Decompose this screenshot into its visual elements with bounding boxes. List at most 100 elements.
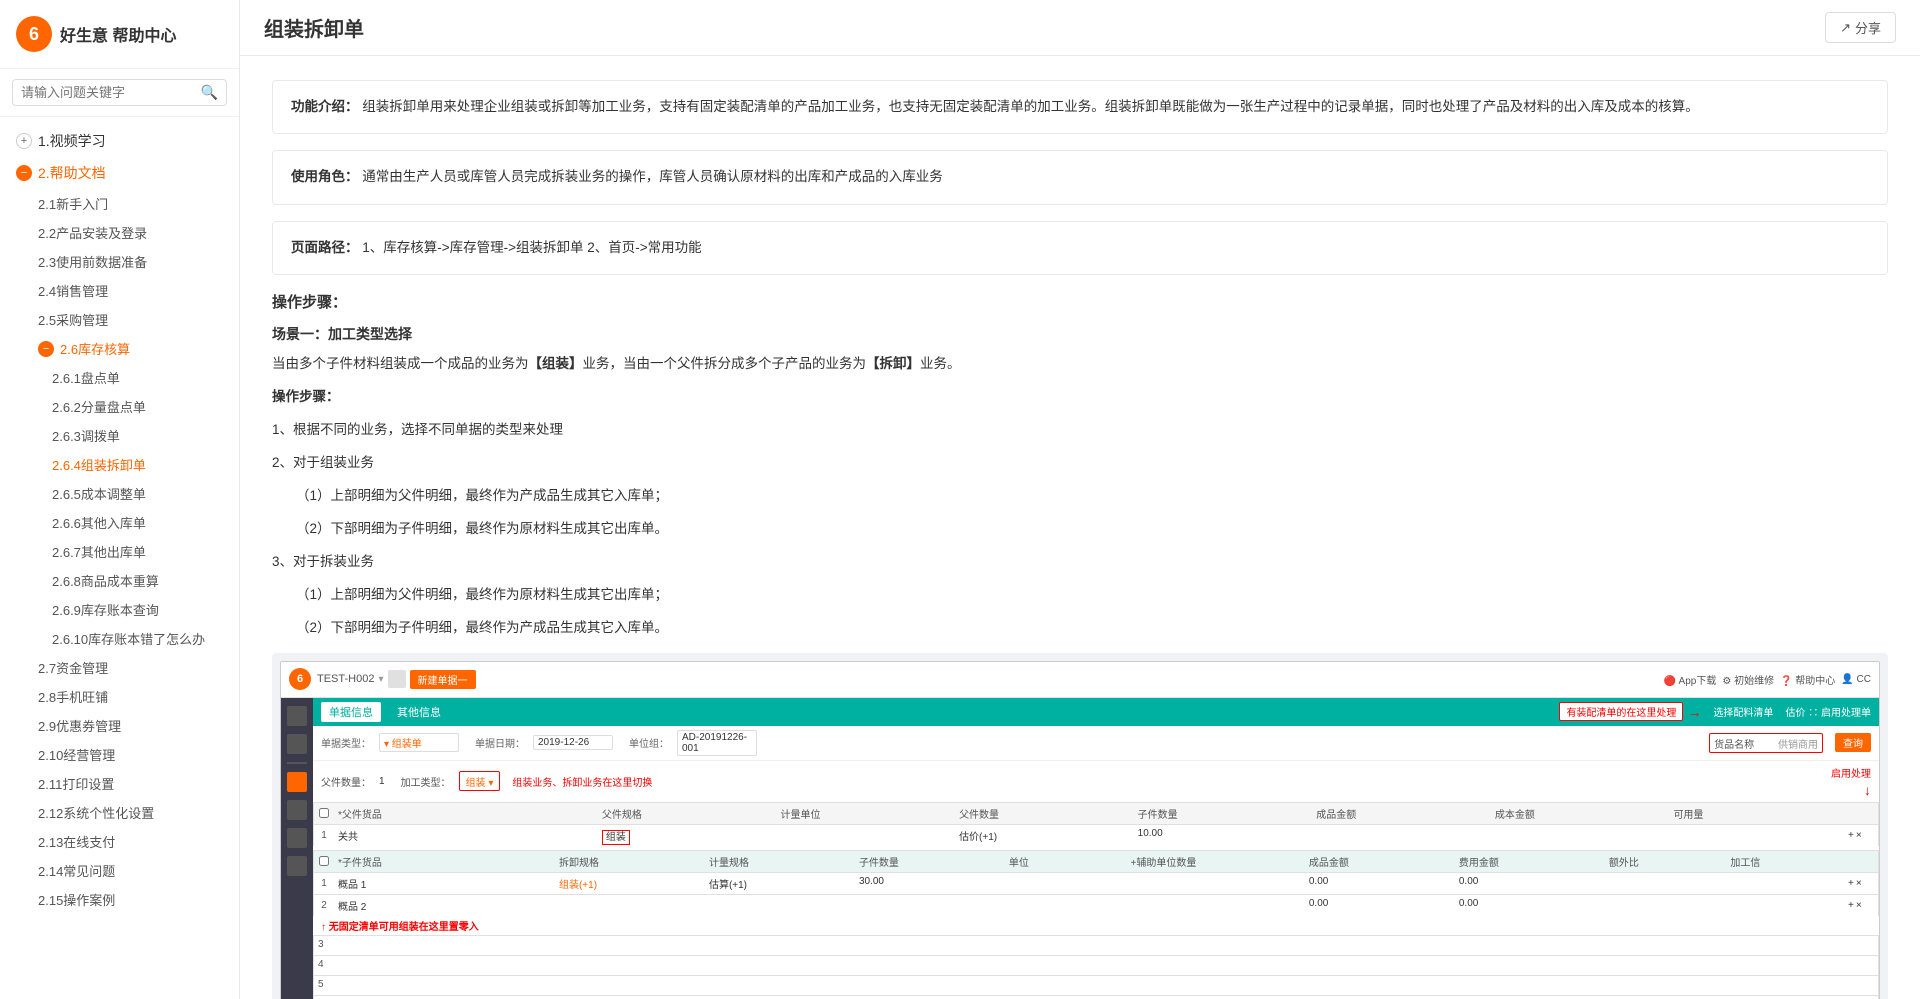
search-box[interactable]: 🔍 [12, 79, 227, 106]
sidebar-item-online-pay[interactable]: 2.13在线支付 [0, 827, 239, 856]
mock-sub-td-2-1: 概品 2 [334, 895, 555, 916]
sidebar-item-faq[interactable]: 2.14常见问题 [0, 856, 239, 885]
mock-sub-td-1-4: 30.00 [855, 873, 1005, 894]
sidebar-item-video-learning[interactable]: + 1.视频学习 [0, 125, 239, 157]
role-text: 通常由生产人员或库管人员完成拆装业务的操作，库管人员确认原材料的出库和产成品的入… [362, 169, 943, 184]
mock-topbar: 6 TEST-H002 ▾ 新建单据一 🔴 App下载 ⚙ 初始维修 ❓ 帮助中… [281, 662, 1879, 698]
steps-title: 操作步骤： [272, 291, 1888, 312]
sidebar-item-other-in[interactable]: 2.6.6其他入库单 [52, 508, 239, 537]
intro-label: 功能介绍： [291, 99, 359, 114]
nav-tree: + 1.视频学习 − 2.帮助文档 2.1新手入门 2.2产品安装及登录 2.3… [0, 117, 239, 999]
page-title: 组装拆卸单 [264, 13, 364, 42]
mock-tab-info: 单据信息 [321, 702, 381, 722]
path-label: 页面路径： [291, 240, 359, 255]
scene1-title: 场景一：加工类型选择 [272, 324, 1888, 344]
annotation-assembly-list: 有装配清单的在这里处理 [1559, 702, 1683, 721]
mock-row-del-icon: × [1856, 830, 1862, 841]
mock-th-child-qty: 子件数量 [1134, 803, 1313, 824]
sidebar-item-purchase[interactable]: 2.5采购管理 [0, 305, 239, 334]
mock-company: TEST-H002 [317, 673, 374, 685]
sidebar-item-cost-recalc[interactable]: 2.6.8商品成本重算 [52, 566, 239, 595]
mock-sub-select-all[interactable] [319, 856, 329, 866]
mock-sub-row-1: 1 概品 1 组装(+1) 估算(+1) 30.00 0.00 0.00 [313, 872, 1879, 894]
mock-date-val: 2019-12-26 [533, 735, 613, 750]
mock-logo: 6 [289, 668, 311, 690]
mock-th-product-amt: 成品金额 [1305, 851, 1455, 872]
mock-type-label: 单据类型： [321, 735, 371, 750]
sidebar-item-install[interactable]: 2.2产品安装及登录 [0, 218, 239, 247]
app-logo-icon: 6 [16, 16, 52, 52]
mock-th-aux-qty: +辅助单位数量 [1127, 851, 1305, 872]
mock-th-child-item: *子件货品 [334, 851, 555, 872]
mock-sub-add-1: + [1848, 878, 1854, 889]
sidebar-item-ledger-query[interactable]: 2.6.9库存账本查询 [52, 595, 239, 624]
mock-sub-row-6: 6 [313, 995, 1879, 999]
mock-main-table-header: *父件货品 父件规格 计量单位 父件数量 子件数量 成品金额 成本金额 可用量 [313, 802, 1879, 824]
step-2-1: （1）上部明细为父件明细，最终作为产成品生成其它入库单； [296, 482, 1888, 509]
sidebar-item-mobile[interactable]: 2.8手机旺铺 [0, 682, 239, 711]
mock-th-disasm-spec: 拆卸规格 [555, 851, 705, 872]
sidebar-item-coupon[interactable]: 2.9优惠券管理 [0, 711, 239, 740]
mock-th-available: 可用量 [1669, 803, 1848, 824]
mock-unit-label: 单位组： [629, 735, 669, 750]
annotation-zero-enter-label: ↑ 无固定清单可用组装在这里置零入 [313, 916, 1879, 935]
path-box: 页面路径： 1、库存核算->库存管理->组装拆卸单 2、首页->常用功能 [272, 221, 1888, 275]
mock-select-all[interactable] [319, 808, 329, 818]
sidebar-item-other-out[interactable]: 2.6.7其他出库单 [52, 537, 239, 566]
mock-th-fee-amt: 费用金额 [1455, 851, 1605, 872]
sidebar-item-transfer[interactable]: 2.6.3调拨单 [52, 421, 239, 450]
sidebar-item-data-prep[interactable]: 2.3使用前数据准备 [0, 247, 239, 276]
mock-field-row-1: 单据类型： ▾ 组装单 单据日期： 2019-12-26 单位组： AD-201… [313, 726, 1879, 761]
sidebar-item-label: 2.帮助文档 [38, 163, 106, 183]
step-2: 2、对于组装业务 [272, 449, 1888, 476]
mock-content: 单据信息 其他信息 有装配清单的在这里处理 → 选择配料清单 估价 ∷ 启用处理… [281, 698, 1879, 999]
mock-sub-row-3: 3 [313, 935, 1879, 955]
mock-th-product-amount: 成品金额 [1312, 803, 1491, 824]
sidebar-item-stocktake[interactable]: 2.6.1盘点单 [52, 363, 239, 392]
mock-td-item: 关共 [334, 825, 598, 846]
role-label: 使用角色： [291, 169, 359, 184]
mock-select-btn: 选择配料清单 [1705, 702, 1781, 721]
step-3-1: （1）上部明细为父件明细，最终作为原材料生成其它出库单； [296, 581, 1888, 608]
mock-sub-td-1-2: 组装(+1) [555, 873, 705, 894]
mock-th-parent-item: *父件货品 [334, 803, 598, 824]
mock-th-proc-info: 加工信 [1726, 851, 1848, 872]
mock-th-unit: 计量单位 [776, 803, 955, 824]
sidebar-item-ledger-fix[interactable]: 2.6.10库存账本错了怎么办 [52, 624, 239, 653]
step-2-2: （2）下部明细为子件明细，最终作为原材料生成其它出库单。 [296, 515, 1888, 542]
share-icon: ↗ [1840, 20, 1851, 36]
mock-sub-row-5: 5 [313, 975, 1879, 995]
mock-sub-del-1: × [1856, 878, 1862, 889]
search-icon[interactable]: 🔍 [201, 84, 218, 101]
sidebar-item-help-docs[interactable]: − 2.帮助文档 [0, 157, 239, 189]
mock-sub-del-2: × [1856, 900, 1862, 911]
sidebar-item-print[interactable]: 2.11打印设置 [0, 769, 239, 798]
sidebar-item-cost-adjust[interactable]: 2.6.5成本调整单 [52, 479, 239, 508]
arrow-icon-1: → [1687, 704, 1701, 720]
mock-th-extra-ratio: 额外比 [1605, 851, 1727, 872]
sidebar-item-operations[interactable]: 2.10经营管理 [0, 740, 239, 769]
sidebar-item-finance[interactable]: 2.7资金管理 [0, 653, 239, 682]
sidebar-item-sales[interactable]: 2.4销售管理 [0, 276, 239, 305]
mock-sub-row-4: 4 [313, 955, 1879, 975]
expand-icon: + [16, 133, 32, 149]
mock-main-content: 单据信息 其他信息 有装配清单的在这里处理 → 选择配料清单 估价 ∷ 启用处理… [313, 698, 1879, 999]
sidebar-item-inventory[interactable]: − 2.6库存核算 [0, 334, 239, 363]
sidebar-item-label: 1.视频学习 [38, 131, 106, 151]
mock-row-add-icon: + [1848, 830, 1854, 841]
steps-label: 操作步骤： [272, 383, 1888, 410]
mock-th-cost-amount: 成本金额 [1491, 803, 1670, 824]
logo-area: 6 好生意 帮助中心 [0, 0, 239, 69]
step-3-2: （2）下部明细为子件明细，最终作为产成品生成其它入库单。 [296, 614, 1888, 641]
sidebar-item-customize[interactable]: 2.12系统个性化设置 [0, 798, 239, 827]
search-input[interactable] [21, 85, 201, 100]
share-button[interactable]: ↗ 分享 [1825, 12, 1896, 43]
annotation-enable-label: 启用处理 [1831, 765, 1871, 780]
topbar: 组装拆卸单 ↗ 分享 [240, 0, 1920, 56]
sidebar-item-partial-stocktake[interactable]: 2.6.2分量盘点单 [52, 392, 239, 421]
sidebar-item-cases[interactable]: 2.15操作案例 [0, 885, 239, 914]
mock-th-parent-spec: 父件规格 [598, 803, 777, 824]
sidebar-item-assembly[interactable]: 2.6.4组装拆卸单 [52, 450, 239, 479]
mock-search-btn[interactable]: 查询 [1835, 733, 1871, 752]
sidebar-item-beginner[interactable]: 2.1新手入门 [0, 189, 239, 218]
